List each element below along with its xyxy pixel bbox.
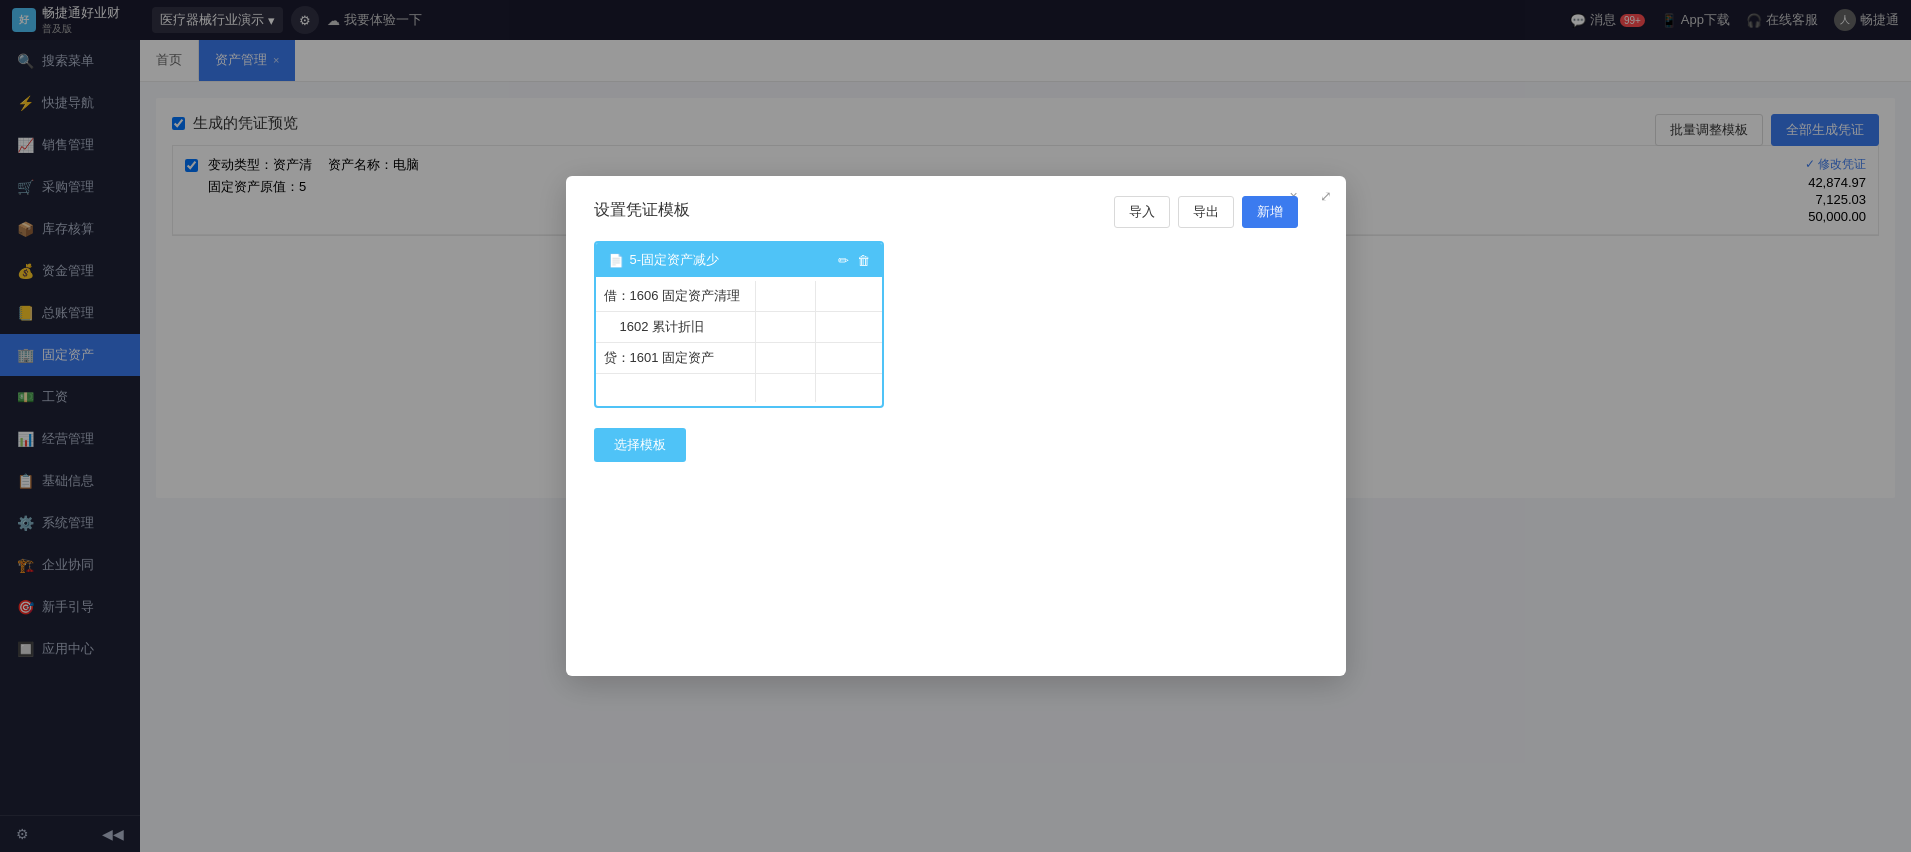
template-row-2-credit <box>816 312 876 342</box>
template-card-header: 📄 5-固定资产减少 ✏ 🗑 <box>596 243 882 277</box>
content-area: 首页 资产管理 × 生成的凭证预览 <box>140 40 1911 852</box>
template-row-empty <box>596 374 882 402</box>
dialog-toolbar: 导入 导出 新增 <box>1114 196 1298 228</box>
template-row-empty-2 <box>756 374 816 402</box>
template-row-1: 借：1606 固定资产清理 <box>596 281 882 312</box>
template-row-2-debit <box>756 312 816 342</box>
dialog-title: 设置凭证模板 <box>594 200 690 221</box>
window-expand-btn[interactable]: ⤢ <box>1314 184 1338 208</box>
template-edit-icon[interactable]: ✏ <box>838 253 849 268</box>
template-row-3-account: 贷：1601 固定资产 <box>596 343 756 373</box>
dialog-overlay: × ⤢ 设置凭证模板 导入 导出 新增 <box>140 82 1911 852</box>
template-header-right: ✏ 🗑 <box>838 253 870 268</box>
import-btn[interactable]: 导入 <box>1114 196 1170 228</box>
template-card-body: 借：1606 固定资产清理 1602 累计折旧 <box>596 277 882 406</box>
template-row-1-credit <box>816 281 876 311</box>
template-row-3: 贷：1601 固定资产 <box>596 343 882 374</box>
template-file-icon: 📄 <box>608 253 624 268</box>
template-card: 📄 5-固定资产减少 ✏ 🗑 <box>594 241 884 408</box>
choose-template-btn[interactable]: 选择模板 <box>594 428 686 462</box>
dialog: × ⤢ 设置凭证模板 导入 导出 新增 <box>566 176 1346 676</box>
main-layout: 🔍 搜索菜单 ⚡ 快捷导航 📈 销售管理 🛒 采购管理 📦 库存核算 <box>0 40 1911 852</box>
template-delete-icon[interactable]: 🗑 <box>857 253 870 268</box>
template-row-empty-1 <box>596 374 756 402</box>
template-row-2: 1602 累计折旧 <box>596 312 882 343</box>
new-btn[interactable]: 新增 <box>1242 196 1298 228</box>
choose-template-container: 选择模板 <box>594 428 1318 462</box>
template-row-empty-3 <box>816 374 876 402</box>
template-header-left: 📄 5-固定资产减少 <box>608 251 720 269</box>
page-content: 生成的凭证预览 批量调整模板 全部生成凭证 <box>140 82 1911 852</box>
template-row-3-debit <box>756 343 816 373</box>
template-name: 5-固定资产减少 <box>630 251 720 269</box>
template-row-2-account: 1602 累计折旧 <box>596 312 756 342</box>
template-row-1-debit <box>756 281 816 311</box>
template-row-3-credit <box>816 343 876 373</box>
export-btn[interactable]: 导出 <box>1178 196 1234 228</box>
template-row-1-account: 借：1606 固定资产清理 <box>596 281 756 311</box>
